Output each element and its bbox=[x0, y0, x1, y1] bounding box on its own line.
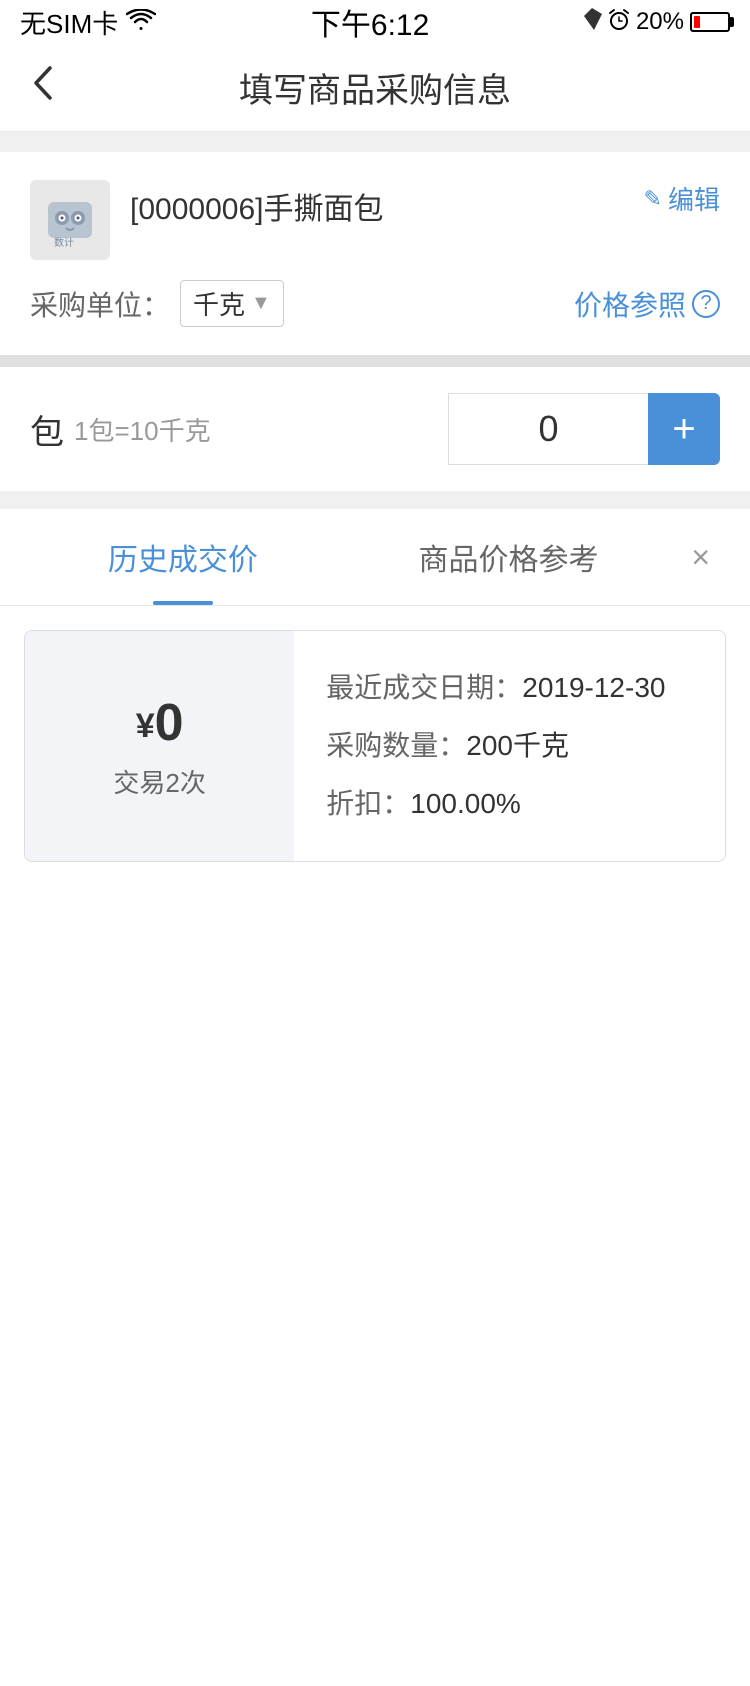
quantity-row: 包 1包=10千克 + bbox=[0, 367, 750, 491]
wifi-icon bbox=[126, 7, 156, 38]
nav-header: 填写商品采购信息 bbox=[0, 44, 750, 132]
tab-price-reference[interactable]: 商品价格参考 bbox=[346, 509, 672, 605]
price-card-details: 最近成交日期：2019-12-30 采购数量：200千克 折扣：100.00% bbox=[294, 631, 725, 861]
battery-icon bbox=[690, 12, 730, 32]
product-card: 数计 [0000006]手撕面包 ✎ 编辑 采购单位： 千克 ▼ 价格参照 ? bbox=[0, 152, 750, 355]
status-left: 无SIM卡 bbox=[20, 4, 156, 41]
status-time: 下午6:12 bbox=[311, 0, 429, 44]
price-card: ¥0 交易2次 最近成交日期：2019-12-30 采购数量：200千克 折扣：… bbox=[24, 630, 726, 862]
quantity-controls: + bbox=[448, 393, 720, 465]
tab-close-button[interactable]: × bbox=[671, 519, 730, 596]
purchase-qty-row: 采购数量：200千克 bbox=[326, 725, 693, 767]
quantity-input[interactable] bbox=[448, 393, 648, 465]
product-meta: 采购单位： 千克 ▼ 价格参照 ? bbox=[30, 280, 720, 327]
price-display: ¥0 bbox=[136, 693, 184, 753]
quantity-label: 包 1包=10千克 bbox=[30, 405, 211, 454]
carrier-text: 无SIM卡 bbox=[20, 4, 118, 41]
quantity-plus-button[interactable]: + bbox=[648, 393, 720, 465]
chevron-down-icon: ▼ bbox=[251, 292, 271, 315]
product-name: [0000006]手撕面包 bbox=[130, 180, 383, 228]
help-icon: ? bbox=[692, 290, 720, 318]
tabs-header: 历史成交价 商品价格参考 × bbox=[0, 509, 750, 606]
price-card-summary: ¥0 交易2次 bbox=[25, 631, 294, 861]
tab-history-price[interactable]: 历史成交价 bbox=[20, 509, 346, 605]
unit-name: 包 bbox=[30, 405, 64, 454]
price-cards-section: ¥0 交易2次 最近成交日期：2019-12-30 采购数量：200千克 折扣：… bbox=[0, 606, 750, 886]
unit-detail: 1包=10千克 bbox=[74, 411, 211, 448]
edit-button[interactable]: ✎ 编辑 bbox=[644, 180, 720, 217]
battery-percent: 20% bbox=[636, 8, 684, 36]
svg-text:数计: 数计 bbox=[54, 236, 74, 249]
status-right: 20% bbox=[584, 8, 730, 37]
price-reference-button[interactable]: 价格参照 ? bbox=[574, 284, 720, 324]
recent-date-row: 最近成交日期：2019-12-30 bbox=[326, 667, 693, 709]
trade-count: 交易2次 bbox=[113, 763, 205, 800]
section-divider bbox=[0, 355, 750, 367]
location-icon bbox=[584, 8, 602, 37]
main-content-area bbox=[0, 886, 750, 1686]
product-thumbnail: 数计 bbox=[30, 180, 110, 260]
back-button[interactable] bbox=[30, 54, 64, 121]
tabs-container: 历史成交价 商品价格参考 × ¥0 交易2次 最近成交日期：2019-12-30… bbox=[0, 509, 750, 886]
alarm-icon bbox=[608, 8, 630, 37]
product-left: 数计 [0000006]手撕面包 bbox=[30, 180, 383, 260]
unit-select-dropdown[interactable]: 千克 ▼ bbox=[180, 280, 284, 327]
discount-row: 折扣：100.00% bbox=[326, 783, 693, 825]
status-bar: 无SIM卡 下午6:12 20% bbox=[0, 0, 750, 44]
product-header: 数计 [0000006]手撕面包 ✎ 编辑 bbox=[30, 180, 720, 260]
page-title: 填写商品采购信息 bbox=[239, 63, 511, 112]
edit-icon: ✎ bbox=[644, 186, 662, 212]
purchase-unit: 采购单位： 千克 ▼ bbox=[30, 280, 284, 327]
